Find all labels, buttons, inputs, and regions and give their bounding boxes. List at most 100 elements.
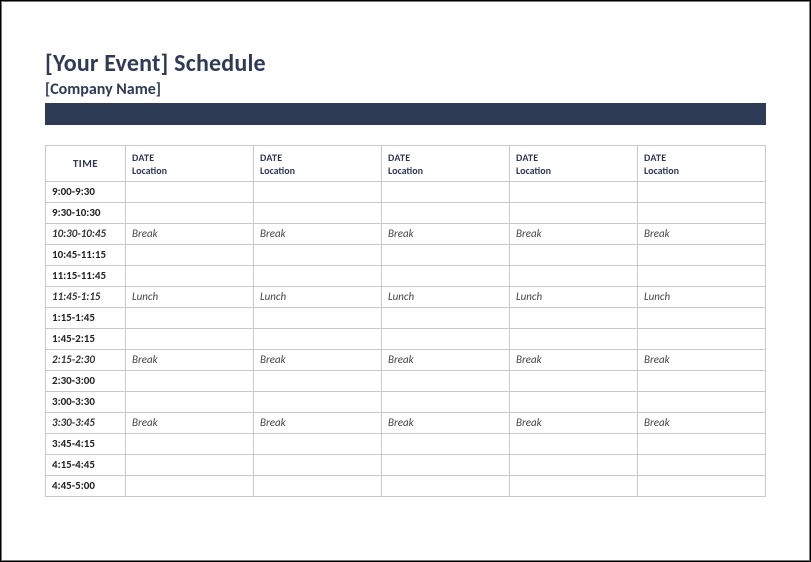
event-cell xyxy=(638,476,766,497)
event-cell xyxy=(126,434,254,455)
time-cell: 2:15-2:30 xyxy=(46,350,126,371)
date-label: DATE xyxy=(388,148,503,165)
event-cell xyxy=(638,434,766,455)
table-row: 2:30-3:00 xyxy=(46,371,766,392)
table-row: 9:30-10:30 xyxy=(46,203,766,224)
event-cell: Break xyxy=(382,224,510,245)
event-cell xyxy=(126,266,254,287)
event-cell xyxy=(382,203,510,224)
event-cell xyxy=(126,203,254,224)
time-cell: 4:15-4:45 xyxy=(46,455,126,476)
time-cell: 1:15-1:45 xyxy=(46,308,126,329)
event-cell xyxy=(382,476,510,497)
event-cell xyxy=(126,455,254,476)
table-row: 9:00-9:30 xyxy=(46,182,766,203)
event-cell xyxy=(638,455,766,476)
event-cell xyxy=(126,476,254,497)
date-label: DATE xyxy=(644,148,759,165)
event-cell: Lunch xyxy=(638,287,766,308)
event-cell: Break xyxy=(126,224,254,245)
event-cell: Break xyxy=(510,224,638,245)
event-cell xyxy=(382,371,510,392)
time-cell: 3:00-3:30 xyxy=(46,392,126,413)
event-cell xyxy=(126,371,254,392)
table-row: 11:15-11:45 xyxy=(46,266,766,287)
table-row: 1:45-2:15 xyxy=(46,329,766,350)
event-cell xyxy=(254,308,382,329)
schedule-table: TIME DATE Location DATE Location DATE Lo… xyxy=(45,145,766,497)
event-cell xyxy=(254,245,382,266)
event-cell xyxy=(382,245,510,266)
event-cell: Break xyxy=(254,224,382,245)
table-row: 1:15-1:45 xyxy=(46,308,766,329)
time-cell: 11:45-1:15 xyxy=(46,287,126,308)
time-cell: 10:30-10:45 xyxy=(46,224,126,245)
event-cell: Lunch xyxy=(126,287,254,308)
date-label: DATE xyxy=(260,148,375,165)
event-cell xyxy=(510,392,638,413)
date-label: DATE xyxy=(132,148,247,165)
location-label: Location xyxy=(516,165,631,180)
event-cell: Break xyxy=(126,413,254,434)
event-cell xyxy=(254,455,382,476)
event-cell xyxy=(382,182,510,203)
event-cell: Break xyxy=(638,413,766,434)
location-label: Location xyxy=(260,165,375,180)
document-page: [Your Event] Schedule [Company Name] TIM… xyxy=(1,1,810,497)
event-cell: Break xyxy=(510,350,638,371)
event-cell: Break xyxy=(510,413,638,434)
event-cell xyxy=(126,329,254,350)
time-cell: 9:30-10:30 xyxy=(46,203,126,224)
event-cell: Break xyxy=(638,224,766,245)
time-header: TIME xyxy=(46,146,126,182)
table-row: 4:45-5:00 xyxy=(46,476,766,497)
event-cell xyxy=(510,182,638,203)
table-row: 4:15-4:45 xyxy=(46,455,766,476)
column-header: DATE Location xyxy=(510,146,638,182)
event-cell xyxy=(126,245,254,266)
location-label: Location xyxy=(388,165,503,180)
time-cell: 9:00-9:30 xyxy=(46,182,126,203)
event-cell xyxy=(254,329,382,350)
time-cell: 4:45-5:00 xyxy=(46,476,126,497)
event-cell xyxy=(638,203,766,224)
table-row: 3:00-3:30 xyxy=(46,392,766,413)
page-title: [Your Event] Schedule xyxy=(45,49,766,78)
event-cell xyxy=(510,455,638,476)
location-label: Location xyxy=(132,165,247,180)
column-header: DATE Location xyxy=(638,146,766,182)
event-cell xyxy=(254,371,382,392)
time-cell: 1:45-2:15 xyxy=(46,329,126,350)
time-cell: 3:30-3:45 xyxy=(46,413,126,434)
event-cell xyxy=(382,329,510,350)
table-row: 10:45-11:15 xyxy=(46,245,766,266)
event-cell xyxy=(638,266,766,287)
table-row: 3:30-3:45BreakBreakBreakBreakBreak xyxy=(46,413,766,434)
table-row: 11:45-1:15LunchLunchLunchLunchLunch xyxy=(46,287,766,308)
event-cell xyxy=(510,434,638,455)
location-label: Location xyxy=(644,165,759,180)
event-cell xyxy=(254,203,382,224)
event-cell: Break xyxy=(126,350,254,371)
event-cell xyxy=(510,308,638,329)
table-row: 3:45-4:15 xyxy=(46,434,766,455)
date-label: DATE xyxy=(516,148,631,165)
event-cell xyxy=(126,308,254,329)
time-cell: 10:45-11:15 xyxy=(46,245,126,266)
event-cell xyxy=(510,203,638,224)
event-cell xyxy=(510,476,638,497)
event-cell: Break xyxy=(254,413,382,434)
table-body: 9:00-9:309:30-10:3010:30-10:45BreakBreak… xyxy=(46,182,766,497)
event-cell xyxy=(638,245,766,266)
event-cell xyxy=(510,329,638,350)
event-cell xyxy=(126,182,254,203)
event-cell xyxy=(638,182,766,203)
event-cell xyxy=(254,392,382,413)
event-cell xyxy=(382,392,510,413)
event-cell: Break xyxy=(382,350,510,371)
event-cell xyxy=(382,434,510,455)
header-bar xyxy=(45,103,766,125)
column-header: DATE Location xyxy=(382,146,510,182)
event-cell xyxy=(510,245,638,266)
event-cell xyxy=(254,476,382,497)
